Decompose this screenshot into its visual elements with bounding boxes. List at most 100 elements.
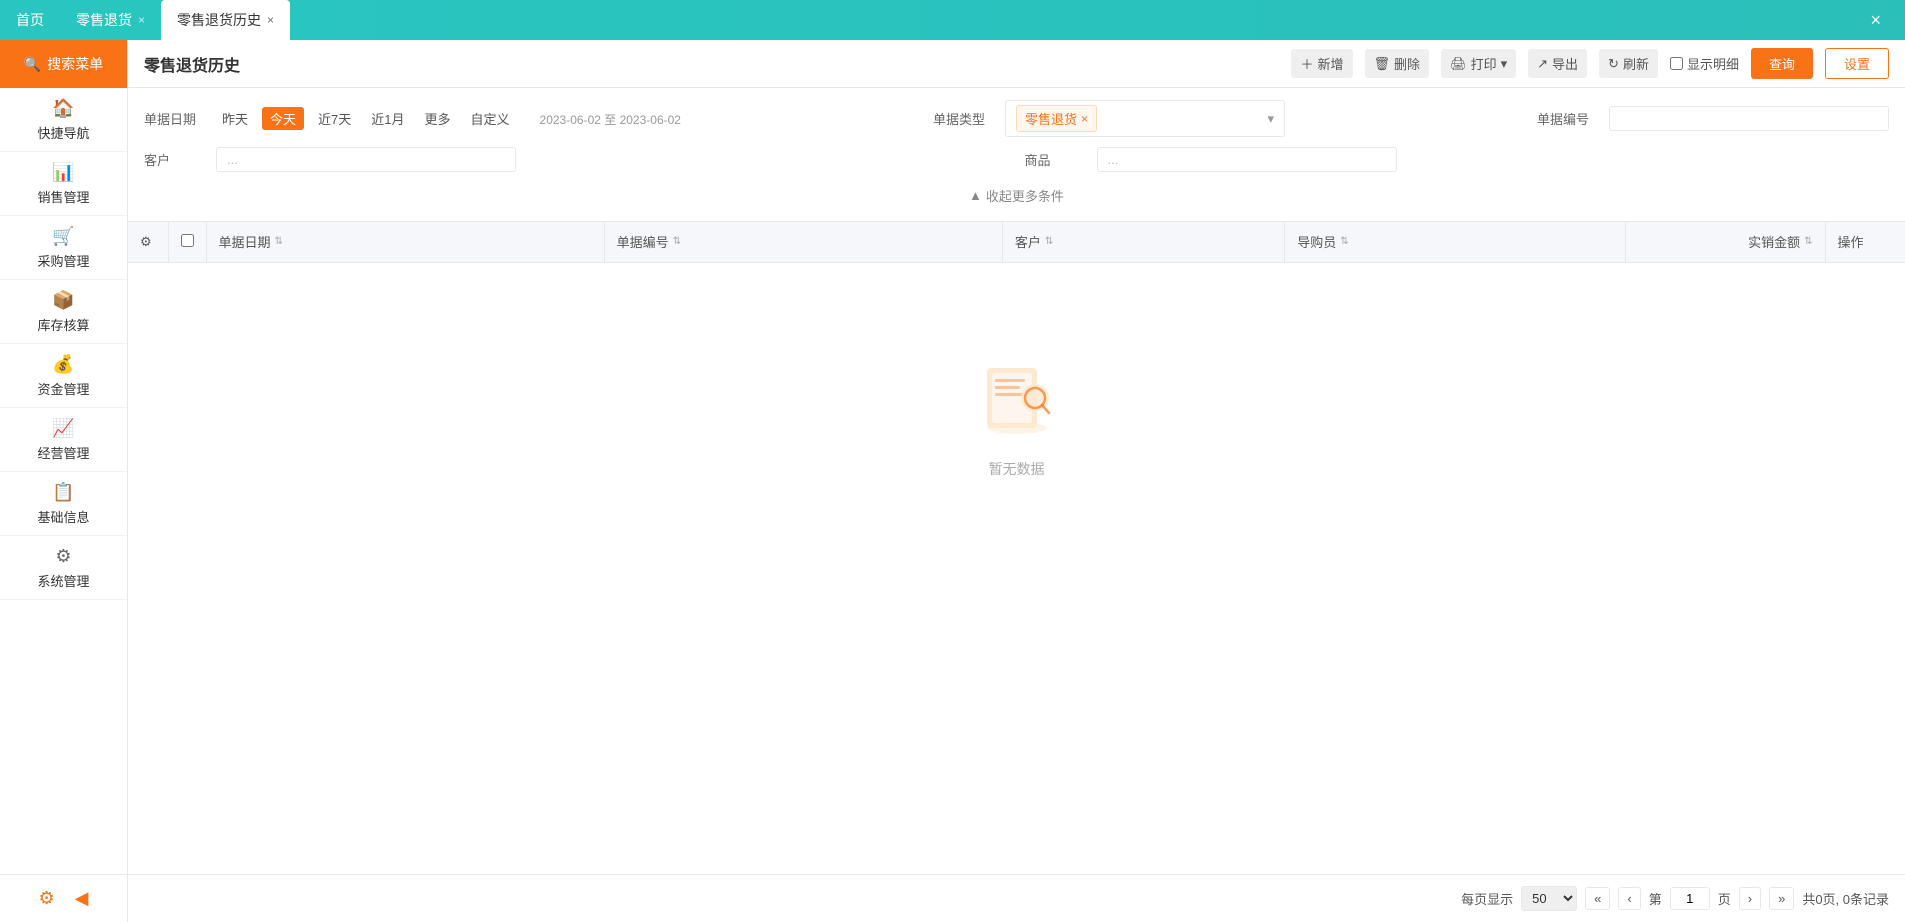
type-select-chevron: ▾	[1267, 111, 1274, 127]
refresh-icon: ↻	[1608, 56, 1619, 72]
table-header-row: ⚙ 单据日期 ⇅ 单据编号 ⇅	[128, 222, 1905, 262]
date-opt-yesterday[interactable]: 昨天	[216, 107, 254, 130]
sort-salesperson-icon: ⇅	[1340, 236, 1348, 247]
customer-filter-label: 客户	[144, 150, 200, 169]
filter-area: 单据日期 昨天 今天 近7天 近1月 更多 自定义 2023-06-02 至 2…	[128, 88, 1905, 222]
tab-retail-return-close[interactable]: ×	[138, 13, 145, 27]
customer-filter-input[interactable]: ...	[216, 147, 516, 172]
type-filter-select[interactable]: 零售退货 × ▾	[1005, 100, 1285, 137]
last-page-button[interactable]: »	[1769, 887, 1794, 910]
display-detail-checkbox-label[interactable]: 显示明细	[1670, 54, 1739, 73]
top-bar: 首页 零售退货 × 零售退货历史 × ×	[0, 0, 1905, 40]
pagination-bar: 每页显示 50 20 100 « ‹ 第 页 › » 共0页, 0条记录	[128, 874, 1905, 922]
table-container: ⚙ 单据日期 ⇅ 单据编号 ⇅	[128, 222, 1905, 874]
prev-page-button[interactable]: ‹	[1618, 887, 1640, 910]
date-range-display: 2023-06-02 至 2023-06-02	[540, 109, 681, 128]
sort-number-icon: ⇅	[673, 236, 681, 247]
date-opt-today[interactable]: 今天	[262, 107, 304, 130]
first-page-button[interactable]: «	[1585, 887, 1610, 910]
collapse-bar[interactable]: ▲ 收起更多条件	[144, 182, 1889, 209]
empty-illustration	[967, 343, 1067, 443]
sidebar-item-sales[interactable]: 📊 销售管理	[0, 152, 127, 216]
page-unit-label: 页	[1718, 889, 1731, 908]
purchase-icon: 🛒	[52, 226, 74, 247]
quick-nav-icon: 🏠	[52, 98, 74, 119]
page-header: 零售退货历史 ＋ 新增 🗑 删除 🖨 打印 ▾ ↗ 导出	[128, 40, 1905, 88]
th-customer[interactable]: 客户 ⇅	[1002, 222, 1284, 262]
page-number-input[interactable]	[1670, 887, 1710, 910]
finance-icon: 💰	[52, 354, 74, 375]
refresh-button[interactable]: ↻ 刷新	[1599, 49, 1658, 78]
export-button[interactable]: ↗ 导出	[1528, 49, 1587, 78]
new-button[interactable]: ＋ 新增	[1291, 49, 1352, 78]
total-info: 共0页, 0条记录	[1802, 889, 1889, 908]
filter-row-2: 客户 ... 商品 ...	[144, 147, 1889, 172]
filter-row-1: 单据日期 昨天 今天 近7天 近1月 更多 自定义 2023-06-02 至 2…	[144, 100, 1889, 137]
main-layout: 🔍 搜索菜单 🏠 快捷导航 📊 销售管理 🛒 采购管理 📦 库存核算 💰 资金管…	[0, 40, 1905, 922]
collapse-sidebar-icon[interactable]: ◀	[75, 888, 89, 909]
delete-button[interactable]: 🗑 删除	[1365, 49, 1430, 78]
type-tag-close[interactable]: ×	[1081, 112, 1088, 126]
sidebar-item-purchase[interactable]: 🛒 采购管理	[0, 216, 127, 280]
th-date[interactable]: 单据日期 ⇅	[206, 222, 604, 262]
date-filter-label: 单据日期	[144, 109, 200, 128]
sort-customer-icon: ⇅	[1045, 236, 1053, 247]
select-all-checkbox[interactable]	[181, 234, 194, 247]
sidebar-item-system[interactable]: ⚙ 系统管理	[0, 536, 127, 600]
new-icon: ＋	[1300, 54, 1313, 73]
tab-retail-return[interactable]: 零售退货 ×	[60, 0, 161, 40]
content-area: 零售退货历史 ＋ 新增 🗑 删除 🖨 打印 ▾ ↗ 导出	[128, 40, 1905, 922]
sidebar-item-finance[interactable]: 💰 资金管理	[0, 344, 127, 408]
system-icon: ⚙	[55, 546, 71, 567]
sales-icon: 📊	[52, 162, 74, 183]
page-size-label: 每页显示	[1461, 889, 1513, 908]
date-opt-custom[interactable]: 自定义	[465, 107, 516, 130]
sidebar: 🔍 搜索菜单 🏠 快捷导航 📊 销售管理 🛒 采购管理 📦 库存核算 💰 资金管…	[0, 40, 128, 922]
sidebar-item-operations[interactable]: 📈 经营管理	[0, 408, 127, 472]
sort-amount-icon: ⇅	[1804, 236, 1812, 247]
date-opt-7days[interactable]: 近7天	[312, 107, 357, 130]
query-button[interactable]: 查询	[1751, 48, 1813, 79]
sidebar-item-quick-nav[interactable]: 🏠 快捷导航	[0, 88, 127, 152]
empty-text: 暂无数据	[989, 459, 1045, 479]
sidebar-item-base-info[interactable]: 📋 基础信息	[0, 472, 127, 536]
base-info-icon: 📋	[52, 482, 74, 503]
th-amount[interactable]: 实销金额 ⇅	[1625, 222, 1825, 262]
settings-button[interactable]: 设置	[1825, 48, 1889, 79]
print-button[interactable]: 🖨 打印 ▾	[1441, 49, 1516, 78]
print-chevron-icon: ▾	[1501, 56, 1508, 72]
goods-filter-label: 商品	[1025, 150, 1081, 169]
sidebar-search[interactable]: 🔍 搜索菜单	[0, 40, 127, 88]
page-title: 零售退货历史	[144, 52, 1291, 76]
collapse-up-icon: ▲	[969, 188, 982, 203]
tab-home[interactable]: 首页	[0, 0, 60, 40]
print-icon: 🖨	[1450, 56, 1467, 72]
data-table: ⚙ 单据日期 ⇅ 单据编号 ⇅	[128, 222, 1905, 559]
display-detail-checkbox[interactable]	[1670, 57, 1683, 70]
inventory-icon: 📦	[52, 290, 74, 311]
page-size-select[interactable]: 50 20 100	[1521, 886, 1577, 911]
number-filter-input[interactable]	[1609, 106, 1889, 131]
top-bar-right: ×	[1862, 10, 1905, 31]
sort-date-icon: ⇅	[275, 236, 283, 247]
th-settings[interactable]: ⚙	[128, 222, 168, 262]
type-filter-tag: 零售退货 ×	[1016, 105, 1097, 132]
settings-bottom-icon[interactable]: ⚙	[39, 888, 55, 909]
th-checkbox[interactable]	[168, 222, 206, 262]
operations-icon: 📈	[52, 418, 74, 439]
goods-filter-input[interactable]: ...	[1097, 147, 1397, 172]
th-number[interactable]: 单据编号 ⇅	[604, 222, 1002, 262]
sidebar-bottom: ⚙ ◀	[0, 874, 127, 922]
window-close-button[interactable]: ×	[1862, 10, 1889, 31]
tab-retail-return-history[interactable]: 零售退货历史 ×	[161, 0, 290, 40]
next-page-button[interactable]: ›	[1739, 887, 1761, 910]
sidebar-item-inventory[interactable]: 📦 库存核算	[0, 280, 127, 344]
tab-retail-return-history-close[interactable]: ×	[267, 13, 274, 27]
th-salesperson[interactable]: 导购员 ⇅	[1285, 222, 1625, 262]
header-actions: ＋ 新增 🗑 删除 🖨 打印 ▾ ↗ 导出 ↻ 刷新	[1291, 48, 1889, 79]
th-operation: 操作	[1825, 222, 1905, 262]
type-filter-label: 单据类型	[933, 109, 989, 128]
date-opt-1month[interactable]: 近1月	[365, 107, 410, 130]
filter-date-options: 昨天 今天 近7天 近1月 更多 自定义	[216, 107, 516, 130]
date-opt-more[interactable]: 更多	[419, 107, 457, 130]
